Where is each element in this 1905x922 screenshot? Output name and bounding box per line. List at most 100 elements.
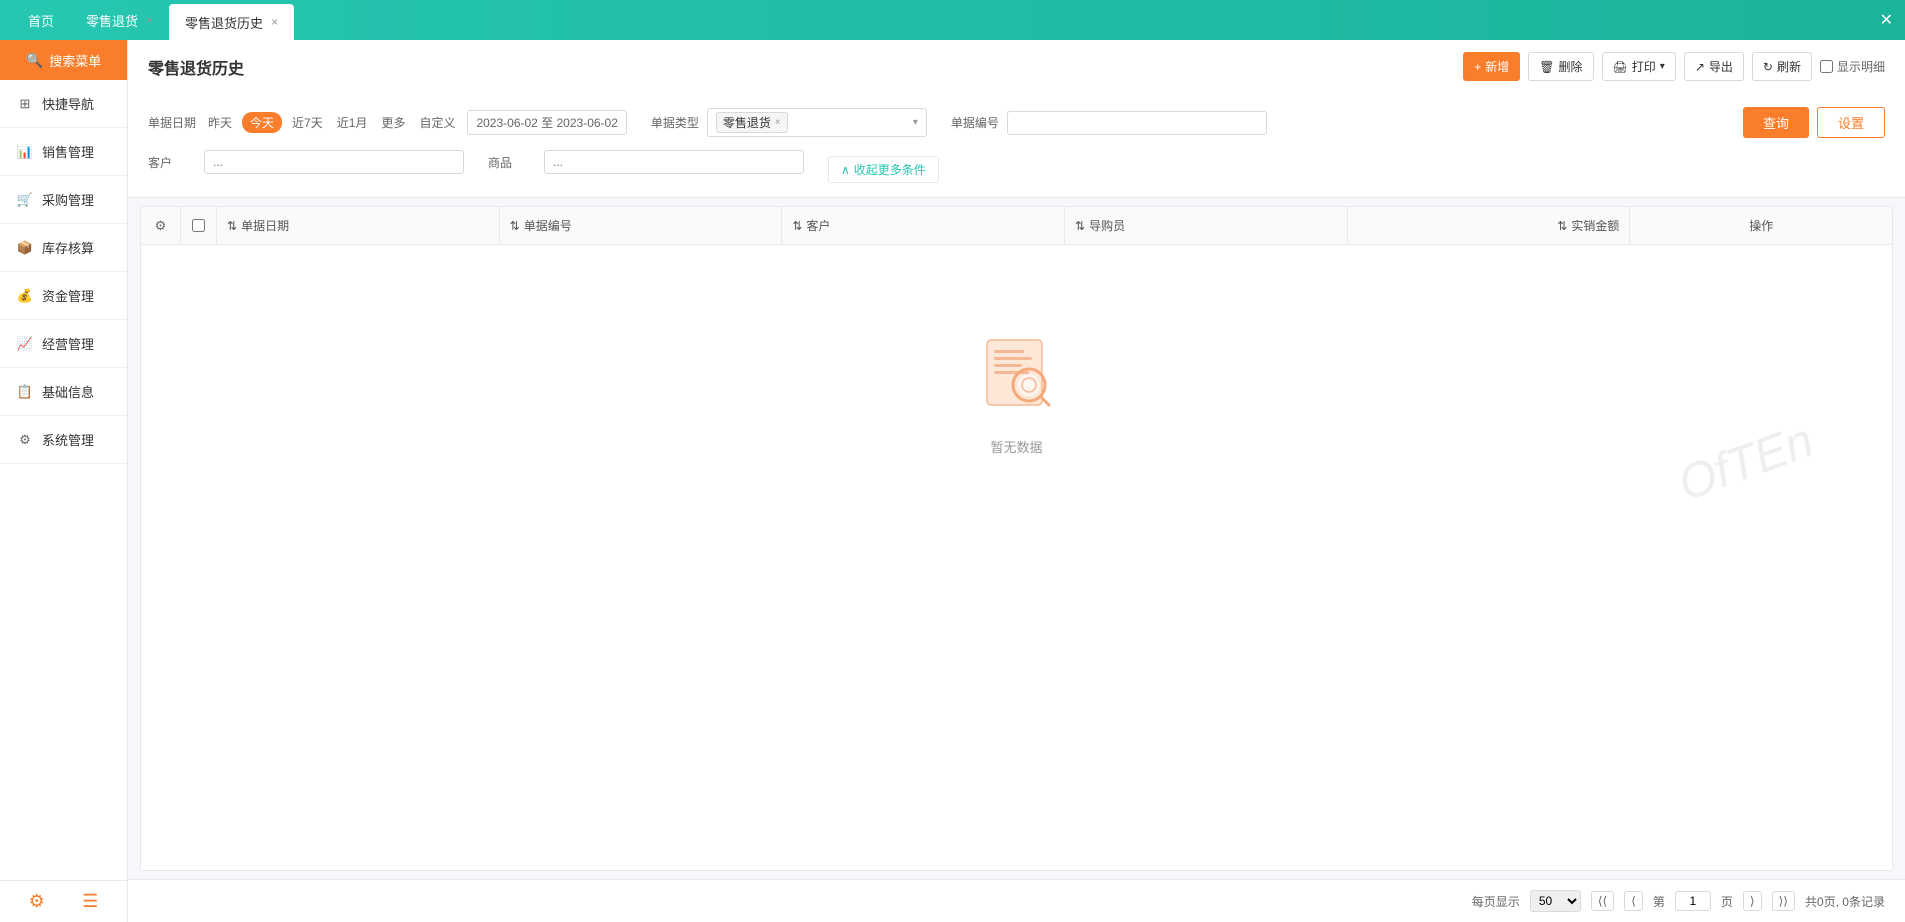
page-last-button[interactable]: ⟩⟩ <box>1772 891 1795 911</box>
page-size-select[interactable]: 50 10 20 100 <box>1530 890 1581 912</box>
delete-icon: 🗑 <box>1539 60 1554 74</box>
date-opt-yesterday[interactable]: 昨天 <box>204 112 236 133</box>
settings-button[interactable]: 设置 <box>1817 107 1885 138</box>
page-prev-button[interactable]: ⟨ <box>1624 891 1643 911</box>
finance-icon: 💰 <box>16 287 34 305</box>
th-date[interactable]: ⇅ 单据日期 <box>217 207 500 244</box>
filter-row-2: 客户 商品 ∧ 收起更多条件 <box>148 144 1885 197</box>
th-date-icon: ⇅ <box>227 219 237 233</box>
sidebar-item-sales-label: 销售管理 <box>42 142 94 161</box>
number-filter-input[interactable] <box>1007 111 1267 135</box>
collapse-button[interactable]: ∧ 收起更多条件 <box>828 156 939 183</box>
filter-row-1: 单据日期 昨天 今天 近7天 近1月 更多 自定义 2023-06-02 至 2… <box>148 101 1885 144</box>
date-range-input[interactable]: 2023-06-02 至 2023-06-02 <box>467 110 626 135</box>
empty-state: 暂无数据 <box>141 245 1892 536</box>
sidebar-item-sales[interactable]: 📊 销售管理 <box>0 128 127 176</box>
collapse-label: 收起更多条件 <box>854 161 926 178</box>
th-action: 操作 <box>1630 207 1892 244</box>
th-guide-label: 导购员 <box>1089 217 1125 234</box>
goods-filter-input[interactable] <box>544 150 804 174</box>
sidebar-item-quick-nav[interactable]: ⊞ 快捷导航 <box>0 80 127 128</box>
th-number[interactable]: ⇅ 单据编号 <box>500 207 783 244</box>
refresh-button[interactable]: ↻ 刷新 <box>1752 52 1812 81</box>
sidebar-item-basic-info[interactable]: 📋 基础信息 <box>0 368 127 416</box>
sidebar-search[interactable]: 🔍 搜索菜单 <box>0 40 127 80</box>
goods-filter: 商品 <box>488 150 804 174</box>
total-label: 共0页, 0条记录 <box>1805 893 1885 910</box>
table-header-checkbox[interactable] <box>181 207 217 244</box>
date-filter-label: 单据日期 <box>148 114 196 131</box>
new-button[interactable]: + 新增 <box>1463 52 1520 81</box>
tab-retail-return-history-label: 零售退货历史 <box>185 13 263 32</box>
export-button[interactable]: ↗ 导出 <box>1684 52 1744 81</box>
delete-label: 删除 <box>1559 58 1583 75</box>
close-window-icon[interactable]: ✕ <box>1880 10 1893 30</box>
print-label: 打印 <box>1632 58 1656 75</box>
sidebar-item-purchase[interactable]: 🛒 采购管理 <box>0 176 127 224</box>
filter-area: 单据日期 昨天 今天 近7天 近1月 更多 自定义 2023-06-02 至 2… <box>148 93 1885 197</box>
sidebar-menu-icon[interactable]: ☰ <box>82 891 98 912</box>
th-date-label: 单据日期 <box>241 217 289 234</box>
date-opt-today[interactable]: 今天 <box>242 112 282 133</box>
sidebar-item-inventory[interactable]: 📦 库存核算 <box>0 224 127 272</box>
th-amount[interactable]: ⇅ 实销金额 <box>1348 207 1631 244</box>
page-title-row: 零售退货历史 + 新增 🗑 删除 🖨 打印 ▾ <box>148 52 1885 81</box>
th-guide-icon: ⇅ <box>1075 219 1085 233</box>
system-icon: ⚙ <box>16 431 34 449</box>
date-opt-7days[interactable]: 近7天 <box>288 112 327 133</box>
sidebar-item-system[interactable]: ⚙ 系统管理 <box>0 416 127 464</box>
tab-home-label: 首页 <box>28 11 54 30</box>
customer-filter-label: 客户 <box>148 154 196 171</box>
date-opt-custom[interactable]: 自定义 <box>415 112 459 133</box>
th-number-label: 单据编号 <box>524 217 572 234</box>
th-customer-icon: ⇅ <box>792 219 802 233</box>
customer-filter-input[interactable] <box>204 150 464 174</box>
table-settings-icon[interactable]: ⚙ <box>141 207 181 244</box>
page-title: 零售退货历史 <box>148 55 244 79</box>
page-label-after: 页 <box>1721 893 1733 910</box>
type-tag-close[interactable]: × <box>775 117 781 128</box>
query-button[interactable]: 查询 <box>1743 107 1809 138</box>
customer-filter: 客户 <box>148 150 464 174</box>
date-options: 昨天 今天 近7天 近1月 更多 自定义 <box>204 112 459 133</box>
operations-icon: 📈 <box>16 335 34 353</box>
th-number-icon: ⇅ <box>510 219 520 233</box>
new-icon: + <box>1474 60 1481 74</box>
sidebar-settings-icon[interactable]: ⚙ <box>29 891 45 912</box>
page-label-before: 第 <box>1653 893 1665 910</box>
delete-button[interactable]: 🗑 删除 <box>1528 52 1593 81</box>
page-number-input[interactable] <box>1675 891 1711 911</box>
date-opt-more[interactable]: 更多 <box>377 112 409 133</box>
purchase-icon: 🛒 <box>16 191 34 209</box>
main-layout: 🔍 搜索菜单 ⊞ 快捷导航 📊 销售管理 🛒 采购管理 📦 库存核算 💰 资金管… <box>0 40 1905 922</box>
type-select[interactable]: 零售退货 × ▾ <box>707 108 927 137</box>
toolbar: + 新增 🗑 删除 🖨 打印 ▾ ↗ 导出 <box>1463 52 1885 81</box>
goods-filter-label: 商品 <box>488 154 536 171</box>
tab-retail-return[interactable]: 零售退货 × <box>70 0 169 40</box>
type-filter: 单据类型 零售退货 × ▾ <box>651 108 927 137</box>
number-filter: 单据编号 <box>951 111 1267 135</box>
table-container: ⚙ ⇅ 单据日期 ⇅ 单据编号 ⇅ 客户 ⇅ 导购员 <box>140 206 1893 871</box>
show-detail-checkbox[interactable] <box>1820 60 1833 73</box>
sidebar-item-operations[interactable]: 📈 经营管理 <box>0 320 127 368</box>
select-all-checkbox[interactable] <box>192 219 205 232</box>
page-first-button[interactable]: ⟨⟨ <box>1591 891 1614 911</box>
query-buttons: 查询 设置 <box>1743 107 1885 138</box>
page-next-button[interactable]: ⟩ <box>1743 891 1762 911</box>
sidebar-item-finance[interactable]: 💰 资金管理 <box>0 272 127 320</box>
print-button[interactable]: 🖨 打印 ▾ <box>1602 52 1676 81</box>
th-customer[interactable]: ⇅ 客户 <box>782 207 1065 244</box>
sidebar-item-purchase-label: 采购管理 <box>42 190 94 209</box>
sidebar-item-quick-nav-label: 快捷导航 <box>42 94 94 113</box>
page-size-label: 每页显示 <box>1472 893 1520 910</box>
date-opt-1month[interactable]: 近1月 <box>333 112 372 133</box>
th-amount-icon: ⇅ <box>1557 219 1567 233</box>
th-guide[interactable]: ⇅ 导购员 <box>1065 207 1348 244</box>
tab-retail-return-close[interactable]: × <box>146 13 153 27</box>
tab-retail-return-history-close[interactable]: × <box>271 15 278 29</box>
tab-retail-return-history[interactable]: 零售退货历史 × <box>169 4 294 40</box>
tab-home[interactable]: 首页 <box>12 0 70 40</box>
sidebar-item-finance-label: 资金管理 <box>42 286 94 305</box>
sales-icon: 📊 <box>16 143 34 161</box>
number-filter-label: 单据编号 <box>951 114 999 131</box>
